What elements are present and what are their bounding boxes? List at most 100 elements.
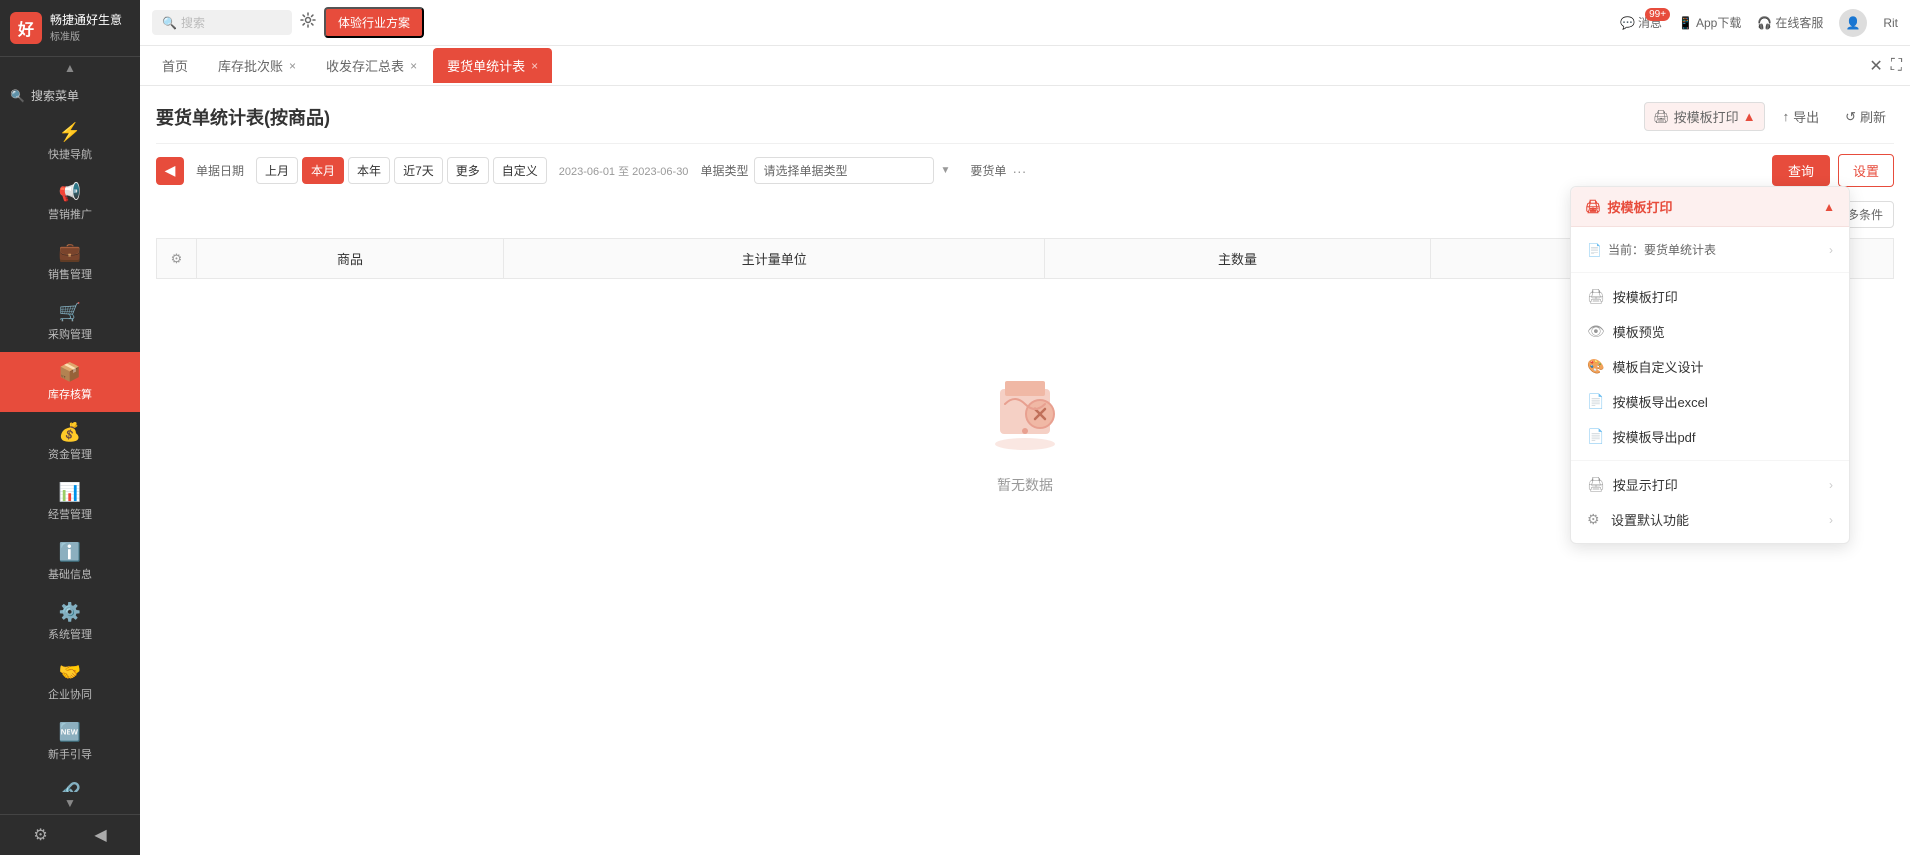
basic-icon: ℹ️ (59, 542, 81, 563)
sidebar-search[interactable]: 🔍 搜索菜单 (0, 79, 140, 112)
table-settings-icon[interactable]: ⚙ (171, 251, 183, 266)
dropdown-item-template-print[interactable]: 🖨 按模板打印 (1571, 279, 1849, 314)
template-print-item-icon: 🖨 (1587, 288, 1605, 305)
appstore-icon: 🔗 (59, 782, 81, 792)
sidebar-item-basic[interactable]: ℹ️ 基础信息 (0, 532, 140, 592)
current-template-label: 当前：要货单统计表 (1608, 241, 1716, 258)
message-icon: 💬 (1620, 16, 1635, 30)
app-download-label: App下载 (1696, 14, 1741, 31)
dropdown-collapse-btn[interactable]: ▲ (1823, 200, 1835, 214)
topbar: 🔍 搜索 体验行业方案 💬 消息 99+ 📱 App下载 🎧 在线客服 👤 (140, 0, 1910, 46)
tab-collection-summary[interactable]: 收发存汇总表 × (312, 48, 431, 83)
app-download-btn[interactable]: 📱 App下载 (1678, 14, 1741, 31)
dropdown-item-display-print[interactable]: 🖨 按显示打印 › (1571, 467, 1849, 502)
content-area: 要货单统计表(按商品) 🖨 按模板打印 ▲ ↑ 导出 ↺ 刷新 (140, 86, 1910, 855)
table-col-product: 商品 (197, 239, 504, 279)
tab-home[interactable]: 首页 (148, 48, 202, 83)
template-print-btn[interactable]: 🖨 按模板打印 ▲ (1644, 102, 1764, 131)
order-type-filter: 单据类型 请选择单据类型 ▼ (700, 157, 950, 184)
sidebar-scroll-up[interactable]: ▲ (0, 57, 140, 79)
tab-order-summary-label: 要货单统计表 (447, 56, 525, 75)
printer-icon-header: 🖨 (1585, 199, 1602, 215)
main-area: 🔍 搜索 体验行业方案 💬 消息 99+ 📱 App下载 🎧 在线客服 👤 (140, 0, 1910, 855)
table-col-quantity: 主数量 (1045, 239, 1430, 279)
sidebar-item-appstore[interactable]: 🔗 应用中心 (0, 772, 140, 792)
filter-toggle-btn[interactable]: ◀ (156, 157, 184, 185)
tab-batch-account-close[interactable]: × (289, 59, 296, 73)
sidebar-item-label: 资金管理 (48, 446, 92, 462)
sidebar-item-quick-nav[interactable]: ⚡ 快捷导航 (0, 112, 140, 172)
refresh-btn[interactable]: ↺ 刷新 (1837, 103, 1894, 130)
more-date-btn[interactable]: 更多 (447, 157, 489, 184)
sidebar-item-sales[interactable]: 💼 销售管理 (0, 232, 140, 292)
tab-home-label: 首页 (162, 56, 188, 75)
collab-icon: 🤝 (59, 662, 81, 683)
app-name: 畅捷通好生意 (50, 13, 122, 29)
dropdown-item-template-preview[interactable]: 👁 模板预览 (1571, 314, 1849, 349)
sidebar-item-label: 采购管理 (48, 326, 92, 342)
dropdown-item-template-excel[interactable]: 📄 按模板导出excel (1571, 384, 1849, 419)
expand-window-btn[interactable]: ⛶ (1891, 57, 1902, 75)
template-custom-icon: 🎨 (1587, 358, 1604, 375)
default-function-chevron: › (1829, 513, 1833, 527)
sidebar-scroll-down[interactable]: ▼ (0, 792, 140, 814)
message-btn[interactable]: 💬 消息 99+ (1620, 14, 1662, 31)
search-icon: 🔍 (10, 89, 25, 103)
online-service-icon: 🎧 (1757, 16, 1772, 30)
username[interactable]: Rit (1883, 16, 1898, 30)
last-7-days-btn[interactable]: 近7天 (394, 157, 443, 184)
query-btn[interactable]: 查询 (1772, 155, 1830, 186)
online-service-label: 在线客服 (1775, 14, 1823, 31)
page-header: 要货单统计表(按商品) 🖨 按模板打印 ▲ ↑ 导出 ↺ 刷新 (156, 102, 1894, 131)
sidebar-item-label: 经营管理 (48, 506, 92, 522)
dropdown-current-item[interactable]: 📄 当前：要货单统计表 › (1571, 233, 1849, 266)
sidebar-item-finance[interactable]: 💰 资金管理 (0, 412, 140, 472)
experience-btn[interactable]: 体验行业方案 (324, 7, 424, 38)
current-month-btn[interactable]: 本月 (302, 157, 344, 184)
dropdown-item-template-pdf[interactable]: 📄 按模板导出pdf (1571, 419, 1849, 454)
order-status-label: 要货单 (970, 162, 1006, 179)
order-type-label: 单据类型 (700, 162, 748, 179)
sidebar-collapse-btn[interactable]: ◀ (94, 825, 106, 845)
quick-nav-icon: ⚡ (59, 122, 81, 143)
date-filter-group: 上月 本月 本年 近7天 更多 自定义 (256, 157, 547, 184)
topbar-right: 💬 消息 99+ 📱 App下载 🎧 在线客服 👤 Rit (1620, 9, 1898, 37)
order-type-dropdown[interactable]: 请选择单据类型 (754, 157, 934, 184)
sidebar-settings-btn[interactable]: ⚙ (33, 825, 47, 845)
tab-order-summary-close[interactable]: × (531, 59, 538, 73)
avatar[interactable]: 👤 (1839, 9, 1867, 37)
current-template-icon: 📄 (1587, 243, 1602, 257)
sidebar-item-marketing[interactable]: 📢 营销推广 (0, 172, 140, 232)
refresh-label: 刷新 (1860, 107, 1886, 126)
dropdown-current-section: 📄 当前：要货单统计表 › (1571, 227, 1849, 273)
finance-icon: 💰 (59, 422, 81, 443)
page-title: 要货单统计表(按商品) (156, 104, 330, 130)
tab-order-summary[interactable]: 要货单统计表 × (433, 48, 552, 83)
sidebar-item-purchase[interactable]: 🛒 采购管理 (0, 292, 140, 352)
tab-collection-summary-close[interactable]: × (410, 59, 417, 73)
avatar-icon: 👤 (1846, 16, 1861, 30)
custom-date-btn[interactable]: 自定义 (493, 157, 547, 184)
tab-batch-account[interactable]: 库存批次账 × (204, 48, 310, 83)
close-window-btn[interactable]: ✕ (1869, 56, 1882, 76)
filter-settings-btn[interactable]: 设置 (1838, 154, 1894, 187)
sidebar-item-guide[interactable]: 🆕 新手引导 (0, 712, 140, 772)
sidebar-item-system[interactable]: ⚙️ 系统管理 (0, 592, 140, 652)
sidebar-item-label: 新手引导 (48, 746, 92, 762)
sidebar-item-label: 系统管理 (48, 626, 92, 642)
chevron-up-icon: ▲ (1743, 109, 1756, 124)
online-service-btn[interactable]: 🎧 在线客服 (1757, 14, 1823, 31)
template-excel-icon: 📄 (1587, 393, 1604, 410)
dropdown-item-template-custom[interactable]: 🎨 模板自定义设计 (1571, 349, 1849, 384)
current-year-btn[interactable]: 本年 (348, 157, 390, 184)
topbar-search[interactable]: 🔍 搜索 (152, 10, 292, 35)
empty-text: 暂无数据 (997, 475, 1053, 495)
export-btn[interactable]: ↑ 导出 (1775, 103, 1828, 130)
sidebar-item-operations[interactable]: 📊 经营管理 (0, 472, 140, 532)
topbar-settings-btn[interactable] (300, 12, 316, 33)
sidebar-item-collab[interactable]: 🤝 企业协同 (0, 652, 140, 712)
prev-month-btn[interactable]: 上月 (256, 157, 298, 184)
more-options-icon[interactable]: ··· (1012, 163, 1026, 179)
dropdown-item-default-function[interactable]: ⚙ 设置默认功能 › (1571, 502, 1849, 537)
sidebar-item-inventory[interactable]: 📦 库存核算 (0, 352, 140, 412)
